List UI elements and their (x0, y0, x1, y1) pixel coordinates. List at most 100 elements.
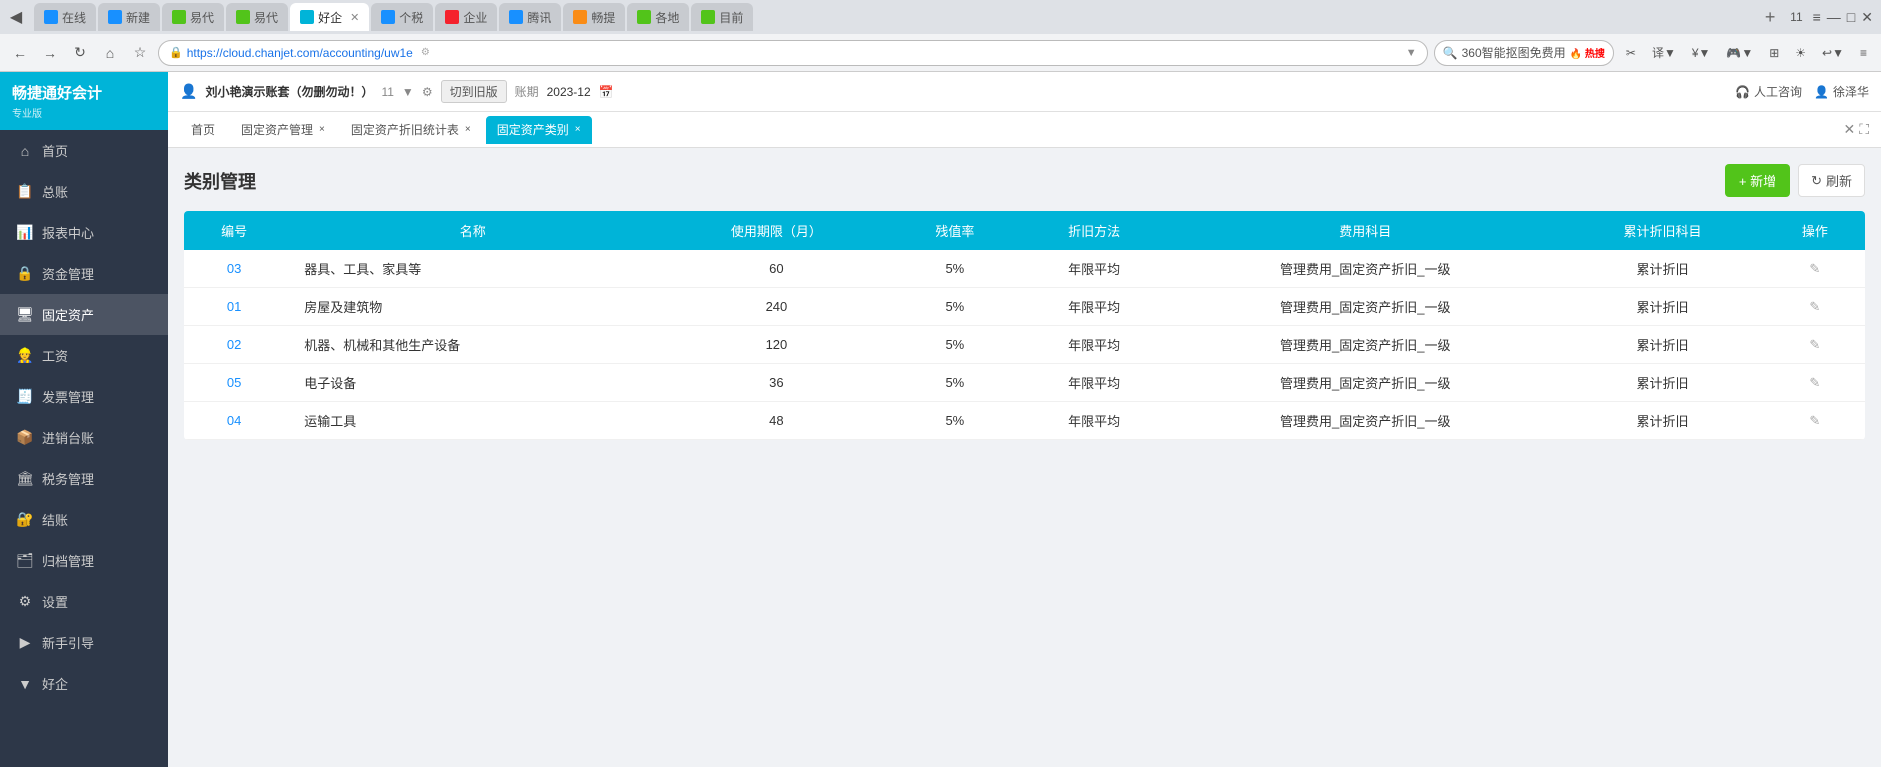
cell-op-row4[interactable]: ✎ (1765, 402, 1865, 440)
brightness-btn[interactable]: ☀ (1789, 44, 1812, 62)
browser-tab-t10[interactable]: 各地 (627, 3, 689, 31)
consult-btn[interactable]: 🎧 人工咨询 (1735, 83, 1802, 100)
sidebar-item-fund[interactable]: 🔒资金管理 (0, 253, 168, 294)
page-tab-close-fixed-mgmt-tab[interactable]: × (319, 124, 325, 135)
cell-code-row4: 04 (184, 402, 284, 440)
browser-tab-t4[interactable]: 易代 (226, 3, 288, 31)
new-tab-button[interactable]: + (1756, 3, 1784, 31)
browser-back-btn[interactable]: ◀ (4, 5, 28, 29)
search-placeholder-text: 360智能抠图免费用 (1462, 44, 1566, 61)
refresh-icon: ↻ (1811, 173, 1822, 189)
bookmark-button[interactable]: ☆ (128, 41, 152, 65)
calendar-icon[interactable]: 📅 (599, 85, 614, 99)
sidebar-item-settle[interactable]: 🔐结账 (0, 499, 168, 540)
sidebar-icon-salary: 👷 (16, 347, 34, 365)
table-header-5: 费用科目 (1170, 211, 1560, 250)
sidebar-item-salary[interactable]: 👷工资 (0, 335, 168, 376)
sidebar-label-fixed: 固定资产 (42, 305, 94, 324)
undo-btn[interactable]: ↩▼ (1816, 44, 1850, 62)
maximize-btn[interactable]: □ (1847, 9, 1855, 25)
user-profile-btn[interactable]: 👤 徐泽华 (1814, 83, 1869, 100)
grid-btn[interactable]: ⊞ (1763, 44, 1785, 62)
sidebar-icon-purchase: 📦 (16, 429, 34, 447)
sidebar-item-home[interactable]: ⌂首页 (0, 130, 168, 171)
page-tab-close-depreciation-tab[interactable]: × (465, 124, 471, 135)
browser-tab-t1[interactable]: 在线 (34, 3, 96, 31)
wallet-btn[interactable]: ¥▼ (1686, 44, 1717, 62)
sidebar-item-invoice[interactable]: 🧾发票管理 (0, 376, 168, 417)
sidebar-item-fixed[interactable]: 🖥固定资产 (0, 294, 168, 335)
page-tab-category-tab[interactable]: 固定资产类别 × (486, 116, 592, 144)
content-area: 类别管理 + 新增 ↻ 刷新 编号名称使用期限（月）残值率折旧方法费用科目累计折… (168, 148, 1881, 767)
tab-favicon-t6 (381, 10, 395, 24)
cell-op-row1[interactable]: ✎ (1765, 288, 1865, 326)
period-label: 账期 (515, 83, 539, 100)
table-header-4: 折旧方法 (1018, 211, 1170, 250)
sidebar-item-purchase[interactable]: 📦进销台账 (0, 417, 168, 458)
sidebar-item-report[interactable]: 📊报表中心 (0, 212, 168, 253)
tab-label-t2: 新建 (126, 9, 150, 26)
page-tab-home-tab[interactable]: 首页 (180, 116, 226, 144)
browser-tab-t2[interactable]: 新建 (98, 3, 160, 31)
tab-favicon-t1 (44, 10, 58, 24)
hot-badge: 🔥 热搜 (1570, 45, 1605, 60)
browser-tab-t6[interactable]: 个税 (371, 3, 433, 31)
table-header-1: 名称 (284, 211, 661, 250)
lock-icon: 🔒 (169, 46, 183, 59)
menu-btn[interactable]: ≡ (1854, 44, 1873, 62)
url-bar[interactable]: 🔒 https://cloud.chanjet.com/accounting/u… (158, 40, 1428, 66)
sidebar-label-tax: 税务管理 (42, 469, 94, 488)
cell-op-row3[interactable]: ✎ (1765, 364, 1865, 402)
browser-tab-t3[interactable]: 易代 (162, 3, 224, 31)
sidebar-item-tax[interactable]: 🏛税务管理 (0, 458, 168, 499)
page-tab-label-category-tab: 固定资产类别 (497, 121, 569, 138)
switch-version-btn[interactable]: 切到旧版 (441, 80, 507, 103)
sidebar-label-settle: 结账 (42, 510, 68, 529)
table-row: 04运输工具485%年限平均管理费用_固定资产折旧_一级累计折旧✎ (184, 402, 1865, 440)
browser-tab-t11[interactable]: 目前 (691, 3, 753, 31)
sidebar-item-guide[interactable]: ▶新手引导 (0, 622, 168, 663)
forward-button[interactable]: → (38, 41, 62, 65)
close-btn[interactable]: ✕ (1861, 9, 1873, 26)
reload-button[interactable]: ↻ (68, 41, 92, 65)
sidebar-label-settings: 设置 (42, 592, 68, 611)
sidebar-item-ledger[interactable]: 📋总账 (0, 171, 168, 212)
tab-close-t5[interactable]: ✕ (350, 11, 359, 24)
back-button[interactable]: ← (8, 41, 32, 65)
add-button[interactable]: + 新增 (1725, 164, 1790, 197)
sidebar-icon-invoice: 🧾 (16, 388, 34, 406)
cell-name-row0: 器具、工具、家具等 (284, 250, 661, 288)
browser-tab-t5[interactable]: 好企✕ (290, 3, 369, 31)
sidebar-item-archive[interactable]: 🗂归档管理 (0, 540, 168, 581)
browser-tab-t8[interactable]: 腾讯 (499, 3, 561, 31)
page-tab-depreciation-tab[interactable]: 固定资产折旧统计表× (340, 116, 482, 144)
sidebar-item-more[interactable]: ▼好企 (0, 663, 168, 704)
scissors-btn[interactable]: ✂ (1620, 44, 1642, 62)
edit-icon-row3[interactable]: ✎ (1809, 375, 1820, 390)
edit-icon-row2[interactable]: ✎ (1809, 337, 1820, 352)
edit-icon-row1[interactable]: ✎ (1809, 299, 1820, 314)
page-header: 类别管理 + 新增 ↻ 刷新 (184, 164, 1865, 197)
translate-btn[interactable]: 译▼ (1646, 42, 1682, 63)
url-dropdown-icon[interactable]: ▼ (1406, 47, 1417, 59)
home-button[interactable]: ⌂ (98, 41, 122, 65)
minimize-btn[interactable]: — (1827, 9, 1841, 25)
close-page-btn[interactable]: ✕ (1843, 121, 1855, 138)
browser-tab-t7[interactable]: 企业 (435, 3, 497, 31)
edit-icon-row4[interactable]: ✎ (1809, 413, 1820, 428)
game-btn[interactable]: 🎮▼ (1720, 44, 1759, 62)
cell-op-row2[interactable]: ✎ (1765, 326, 1865, 364)
sidebar-icon-home: ⌂ (16, 142, 34, 160)
account-dropdown-icon[interactable]: ▼ (402, 85, 414, 99)
edit-icon-row0[interactable]: ✎ (1809, 261, 1820, 276)
page-tab-close-category-tab[interactable]: × (575, 124, 581, 135)
cell-op-row0[interactable]: ✎ (1765, 250, 1865, 288)
sidebar-item-settings[interactable]: ⚙设置 (0, 581, 168, 622)
browser-tab-t9[interactable]: 畅提 (563, 3, 625, 31)
account-settings-btn[interactable]: ⚙ (422, 85, 433, 99)
search-bar[interactable]: 🔍 360智能抠图免费用 🔥 热搜 (1434, 40, 1614, 66)
tab-more-btn[interactable]: ≡ (1813, 9, 1821, 25)
refresh-button[interactable]: ↻ 刷新 (1798, 164, 1865, 197)
maximize-page-btn[interactable]: ⛶ (1859, 121, 1869, 138)
page-tab-fixed-mgmt-tab[interactable]: 固定资产管理× (230, 116, 336, 144)
